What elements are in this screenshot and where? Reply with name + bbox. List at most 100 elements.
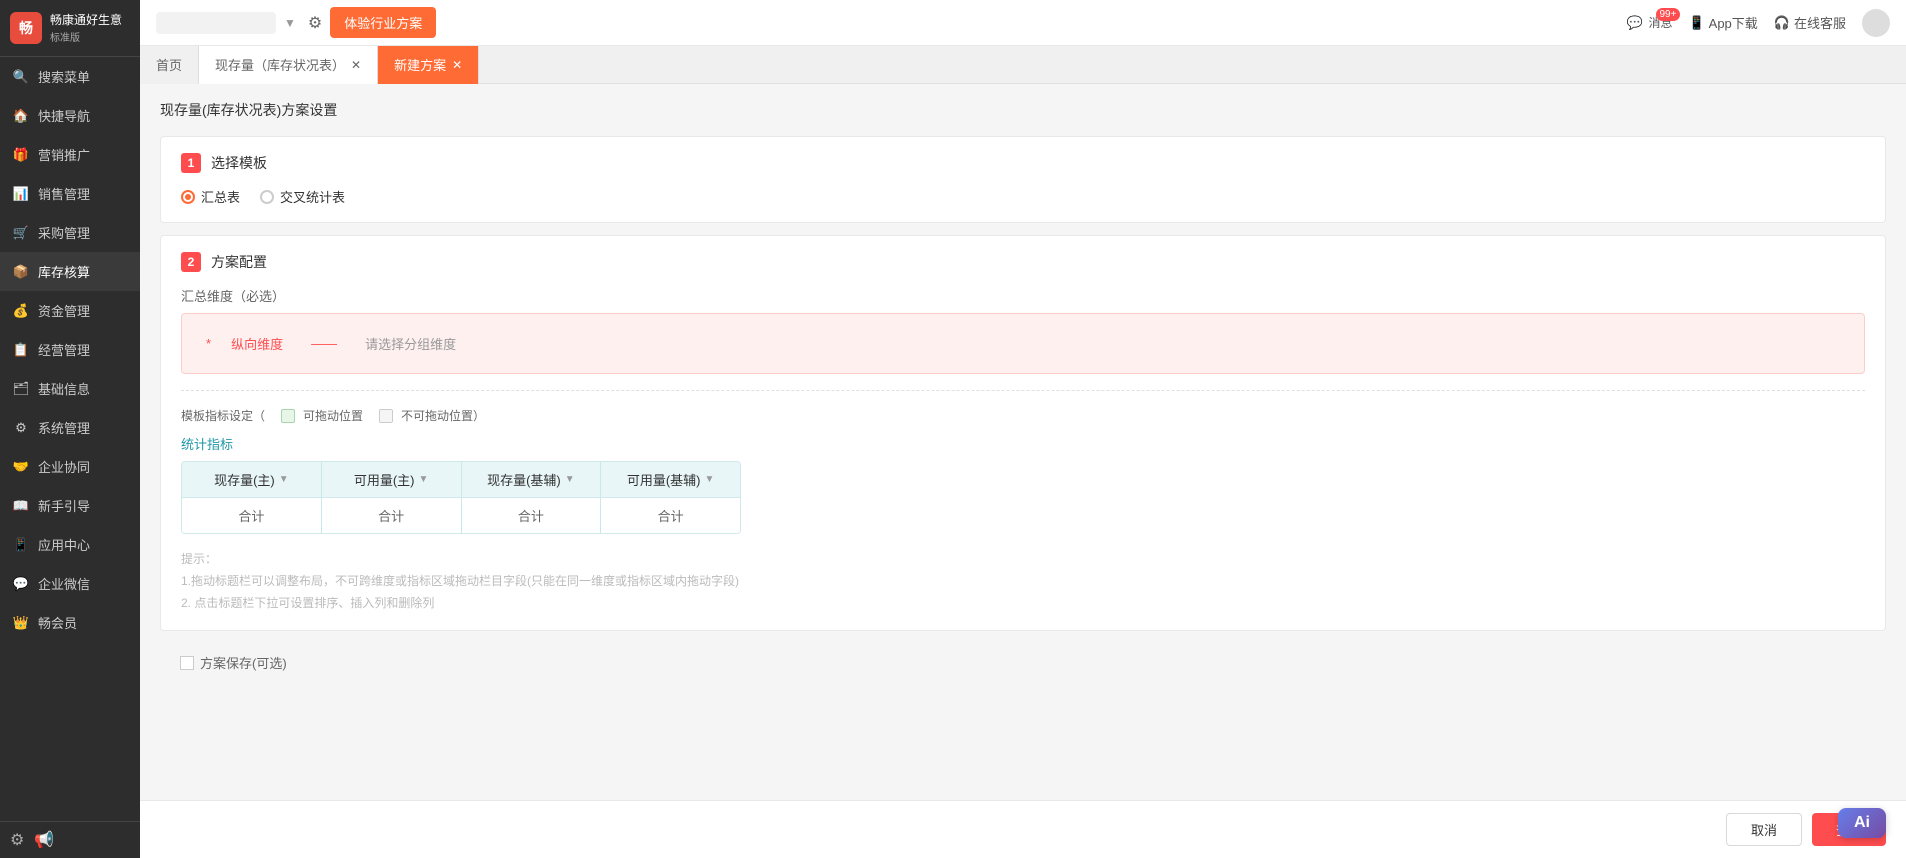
topbar: ▼ ⚙ 体验行业方案 💬 99+ 消息 📱 App下载 🎧 在线客服 (140, 0, 1906, 46)
topbar-left: ▼ ⚙ 体验行业方案 (156, 7, 1617, 38)
radio-cross[interactable]: 交叉统计表 (260, 187, 345, 206)
sidebar-search[interactable]: 🔍 搜索菜单 (0, 57, 140, 96)
sidebar-item-operations[interactable]: 📋 经营管理 (0, 330, 140, 369)
template-radio-group: 汇总表 交叉统计表 (181, 187, 1865, 206)
sidebar-item-app-center[interactable]: 📱 应用中心 (0, 525, 140, 564)
col-available-aux-header[interactable]: 可用量(基辅) ▼ (601, 462, 740, 497)
step2-title: 方案配置 (211, 252, 267, 272)
step1-number: 1 (181, 153, 201, 173)
trial-btn[interactable]: 体验行业方案 (330, 7, 436, 38)
basicinfo-icon: 🗂 (12, 380, 30, 398)
save-label: 方案保存(可选) (200, 653, 287, 672)
step2-number: 2 (181, 252, 201, 272)
tip-2: 2. 点击标题栏下拉可设置排序、插入列和删除列 (181, 593, 1865, 615)
sidebar-item-finance[interactable]: 💰 资金管理 (0, 291, 140, 330)
settings-icon[interactable]: ⚙ (10, 830, 24, 850)
system-icon: ⚙ (12, 419, 30, 437)
sidebar-item-enterprise[interactable]: 🤝 企业协同 (0, 447, 140, 486)
sidebar-item-guide[interactable]: 📖 新手引导 (0, 486, 140, 525)
cell-col3: 合计 (601, 498, 740, 533)
radio-circle-cross (260, 190, 274, 204)
metrics-legend: 模板指标设定（ 可拖动位置 不可拖动位置） (181, 407, 1865, 424)
vertical-dim-placeholder[interactable]: 请选择分组维度 (365, 334, 456, 353)
step2-card: 2 方案配置 汇总维度（必选） * 纵向维度 —— 请选择分组维度 模板指标设定… (160, 235, 1886, 631)
message-icon: 💬 (1627, 15, 1643, 30)
required-star: * (206, 336, 211, 351)
main-content: ▼ ⚙ 体验行业方案 💬 99+ 消息 📱 App下载 🎧 在线客服 首页 (140, 0, 1906, 858)
radio-summary[interactable]: 汇总表 (181, 187, 240, 206)
save-checkbox[interactable] (180, 656, 194, 670)
page-content: 现存量(库存状况表)方案设置 1 选择模板 汇总表 交叉统计表 (140, 84, 1906, 800)
tips-title: 提示： (181, 550, 1865, 567)
col-current-aux-header[interactable]: 现存量(基辅) ▼ (462, 462, 602, 497)
step2-header: 2 方案配置 (181, 252, 1865, 272)
tabbar: 首页 现存量（库存状况表） ✕ 新建方案 ✕ (140, 46, 1906, 84)
cell-col2: 合计 (462, 498, 602, 533)
radio-dot-summary (185, 194, 191, 200)
tab-inventory-status[interactable]: 现存量（库存状况表） ✕ (199, 46, 378, 84)
cart-icon: 🛒 (12, 224, 30, 242)
tab-home[interactable]: 首页 (140, 46, 199, 84)
tips-section: 提示： 1.拖动标题栏可以调整布局，不可跨维度或指标区域拖动栏目字段(只能在同一… (181, 550, 1865, 614)
ai-fab-button[interactable]: Ai (1838, 808, 1886, 838)
logo-text: 畅康通好生意 标准版 (50, 12, 122, 44)
sidebar-item-purchase[interactable]: 🛒 采购管理 (0, 213, 140, 252)
sidebar: 畅 畅康通好生意 标准版 🔍 搜索菜单 🏠 快捷导航 🎁 营销推广 📊 销售管理… (0, 0, 140, 858)
draggable-indicator (281, 409, 295, 423)
save-checkbox-row: 方案保存(可选) (180, 653, 1866, 672)
summary-dim-label: 汇总维度（必选） (181, 286, 1865, 305)
app-download-link[interactable]: 📱 App下载 (1688, 13, 1757, 32)
speaker-icon[interactable]: 📢 (34, 830, 54, 850)
message-badge-wrap[interactable]: 💬 99+ 消息 (1627, 14, 1673, 31)
chevron-col1[interactable]: ▼ (419, 474, 429, 485)
sidebar-nav: 🏠 快捷导航 🎁 营销推广 📊 销售管理 🛒 采购管理 📦 库存核算 💰 资金管… (0, 96, 140, 821)
col-current-main-header[interactable]: 现存量(主) ▼ (182, 462, 322, 497)
step1-title: 选择模板 (211, 153, 267, 173)
sidebar-item-marketing[interactable]: 🎁 营销推广 (0, 135, 140, 174)
chevron-col2[interactable]: ▼ (565, 474, 575, 485)
operations-icon: 📋 (12, 341, 30, 359)
sidebar-item-wechat[interactable]: 💬 企业微信 (0, 564, 140, 603)
cell-col1: 合计 (322, 498, 462, 533)
draggable-legend-item: 可拖动位置 (281, 407, 363, 424)
sidebar-item-basic-info[interactable]: 🗂 基础信息 (0, 369, 140, 408)
topbar-right: 💬 99+ 消息 📱 App下载 🎧 在线客服 (1627, 9, 1890, 37)
chevron-col0[interactable]: ▼ (279, 474, 289, 485)
phone-icon: 📱 (1688, 15, 1704, 31)
chevron-down-icon[interactable]: ▼ (284, 16, 296, 30)
sidebar-item-system[interactable]: ⚙ 系统管理 (0, 408, 140, 447)
sidebar-item-inventory[interactable]: 📦 库存核算 (0, 252, 140, 291)
gift-icon: 🎁 (12, 146, 30, 164)
finance-icon: 💰 (12, 302, 30, 320)
page-title: 现存量(库存状况表)方案设置 (160, 100, 1886, 120)
tab-close-new-scheme[interactable]: ✕ (452, 58, 462, 72)
sidebar-item-quick-nav[interactable]: 🏠 快捷导航 (0, 96, 140, 135)
col-available-main-header[interactable]: 可用量(主) ▼ (322, 462, 462, 497)
bottom-bar: 取消 查询 (140, 800, 1906, 858)
metrics-table-body: 合计 合计 合计 合计 (182, 497, 740, 533)
tab-close-inventory[interactable]: ✕ (351, 58, 361, 72)
cancel-button[interactable]: 取消 (1726, 813, 1802, 846)
user-avatar[interactable] (1862, 9, 1890, 37)
online-service-link[interactable]: 🎧 在线客服 (1774, 13, 1846, 32)
chevron-col3[interactable]: ▼ (705, 474, 715, 485)
metrics-table-header: 现存量(主) ▼ 可用量(主) ▼ 现存量(基辅) ▼ 可用量(基辅) ▼ (182, 462, 740, 497)
tab-new-scheme[interactable]: 新建方案 ✕ (378, 46, 479, 84)
non-draggable-legend-item: 不可拖动位置） (379, 407, 485, 424)
stats-section-label: 统计指标 (181, 434, 1865, 453)
radio-circle-summary (181, 190, 195, 204)
vertical-dim-box: * 纵向维度 —— 请选择分组维度 (181, 313, 1865, 374)
inventory-icon: 📦 (12, 263, 30, 281)
non-draggable-indicator (379, 409, 393, 423)
sidebar-item-sales[interactable]: 📊 销售管理 (0, 174, 140, 213)
message-count-badge: 99+ (1656, 8, 1681, 21)
sidebar-item-member[interactable]: 👑 畅会员 (0, 603, 140, 642)
divider1 (181, 390, 1865, 391)
enterprise-icon: 🤝 (12, 458, 30, 476)
topbar-search-input[interactable] (156, 12, 276, 34)
gear-icon[interactable]: ⚙ (308, 13, 322, 33)
member-icon: 👑 (12, 614, 30, 632)
page-footer: 方案保存(可选) (160, 643, 1886, 682)
dash-separator: —— (311, 336, 337, 351)
wechat-icon: 💬 (12, 575, 30, 593)
